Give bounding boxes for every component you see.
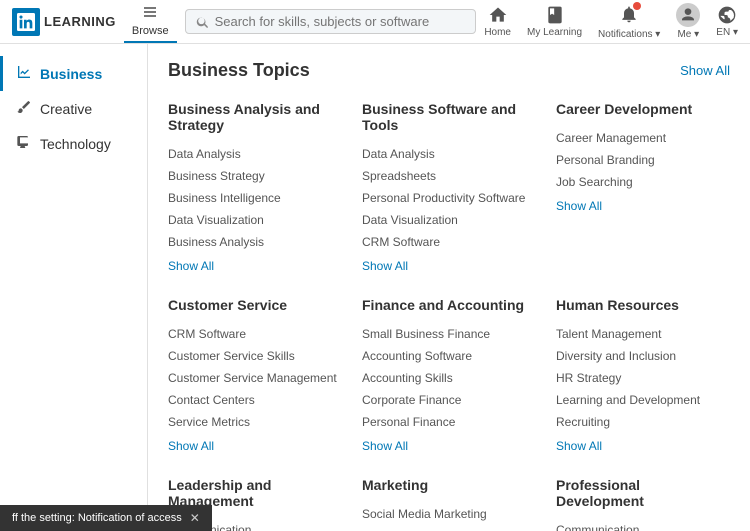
- topic-item-1-0[interactable]: Data Analysis: [362, 143, 536, 165]
- sidebar-technology-label: Technology: [40, 136, 111, 152]
- topic-section-2: Career Development Career ManagementPerso…: [556, 101, 730, 273]
- topic-show-all-4[interactable]: Show All: [362, 439, 536, 453]
- notification-badge: [633, 2, 641, 10]
- topic-title-3: Customer Service: [168, 297, 342, 313]
- me-label: Me ▾: [677, 29, 699, 40]
- page-title: Business Topics: [168, 60, 310, 81]
- topic-item-5-1[interactable]: Diversity and Inclusion: [556, 345, 730, 367]
- home-nav[interactable]: Home: [484, 5, 511, 38]
- nav-icons: Home My Learning Notifications ▾ Me ▾ EN…: [484, 3, 738, 40]
- topic-title-8: Professional Development: [556, 477, 730, 509]
- content-area: Business Topics Show All Business Analys…: [148, 44, 750, 531]
- logo-area: LEARNING: [12, 8, 116, 36]
- topic-item-2-0[interactable]: Career Management: [556, 127, 730, 149]
- browse-button[interactable]: Browse: [124, 0, 177, 43]
- search-icon: [196, 15, 209, 29]
- topic-item-2-1[interactable]: Personal Branding: [556, 149, 730, 171]
- monitor-icon: [16, 134, 32, 153]
- sidebar: Business Creative Technology: [0, 44, 148, 531]
- chart-icon: [16, 64, 32, 83]
- language-label: EN ▾: [716, 27, 738, 38]
- show-all-top-link[interactable]: Show All: [680, 63, 730, 78]
- brush-icon: [16, 99, 32, 118]
- topic-item-3-4[interactable]: Service Metrics: [168, 411, 342, 433]
- sidebar-item-creative[interactable]: Creative: [0, 91, 147, 126]
- sidebar-creative-label: Creative: [40, 101, 92, 117]
- topic-item-3-0[interactable]: CRM Software: [168, 323, 342, 345]
- toast-close-button[interactable]: ✕: [190, 511, 200, 525]
- book-icon: [545, 5, 565, 25]
- topic-section-5: Human Resources Talent ManagementDiversit…: [556, 297, 730, 453]
- my-learning-nav[interactable]: My Learning: [527, 5, 582, 38]
- topic-item-4-2[interactable]: Accounting Skills: [362, 367, 536, 389]
- toast-text: ff the setting: Notification of access: [12, 512, 182, 524]
- topic-show-all-5[interactable]: Show All: [556, 439, 730, 453]
- topic-item-5-2[interactable]: HR Strategy: [556, 367, 730, 389]
- search-bar[interactable]: [185, 9, 477, 34]
- topic-section-7: Marketing Social Media MarketingSmall Bus…: [362, 477, 536, 531]
- topic-item-1-2[interactable]: Personal Productivity Software: [362, 187, 536, 209]
- topic-title-2: Career Development: [556, 101, 730, 117]
- topic-item-8-0[interactable]: Communication: [556, 519, 730, 531]
- language-nav[interactable]: EN ▾: [716, 5, 738, 38]
- topic-item-1-4[interactable]: CRM Software: [362, 231, 536, 253]
- topic-item-1-1[interactable]: Spreadsheets: [362, 165, 536, 187]
- sidebar-item-technology[interactable]: Technology: [0, 126, 147, 161]
- topic-show-all-0[interactable]: Show All: [168, 259, 342, 273]
- topic-section-4: Finance and Accounting Small Business Fin…: [362, 297, 536, 453]
- topic-title-5: Human Resources: [556, 297, 730, 313]
- topic-title-4: Finance and Accounting: [362, 297, 536, 313]
- topic-show-all-1[interactable]: Show All: [362, 259, 536, 273]
- topic-item-3-1[interactable]: Customer Service Skills: [168, 345, 342, 367]
- my-learning-label: My Learning: [527, 27, 582, 38]
- sidebar-item-business[interactable]: Business: [0, 56, 147, 91]
- topic-show-all-3[interactable]: Show All: [168, 439, 342, 453]
- topic-item-0-0[interactable]: Data Analysis: [168, 143, 342, 165]
- topic-item-0-4[interactable]: Business Analysis: [168, 231, 342, 253]
- topic-item-7-1[interactable]: Small Business Marketing: [362, 525, 536, 531]
- topics-grid: Business Analysis and Strategy Data Analy…: [168, 101, 730, 531]
- topic-item-7-0[interactable]: Social Media Marketing: [362, 503, 536, 525]
- linkedin-logo[interactable]: [12, 8, 40, 36]
- topic-title-0: Business Analysis and Strategy: [168, 101, 342, 133]
- topic-section-8: Professional DevelopmentCommunicationPer…: [556, 477, 730, 531]
- notifications-nav[interactable]: Notifications ▾: [598, 4, 660, 40]
- header: LEARNING Browse Home My Learning Notific…: [0, 0, 750, 44]
- topic-title-1: Business Software and Tools: [362, 101, 536, 133]
- topic-section-1: Business Software and Tools Data Analysis…: [362, 101, 536, 273]
- globe-icon: [717, 5, 737, 25]
- topic-item-5-0[interactable]: Talent Management: [556, 323, 730, 345]
- topic-item-5-4[interactable]: Recruiting: [556, 411, 730, 433]
- content-header: Business Topics Show All: [168, 60, 730, 81]
- topic-item-3-3[interactable]: Contact Centers: [168, 389, 342, 411]
- topic-item-0-2[interactable]: Business Intelligence: [168, 187, 342, 209]
- topic-item-4-4[interactable]: Personal Finance: [362, 411, 536, 433]
- browse-label: Browse: [132, 25, 169, 37]
- browse-icon: [142, 4, 158, 23]
- topic-item-0-3[interactable]: Data Visualization: [168, 209, 342, 231]
- avatar: [676, 3, 700, 27]
- learning-label: LEARNING: [44, 14, 116, 29]
- me-nav[interactable]: Me ▾: [676, 3, 700, 40]
- topic-item-4-1[interactable]: Accounting Software: [362, 345, 536, 367]
- topic-section-0: Business Analysis and Strategy Data Analy…: [168, 101, 342, 273]
- home-icon: [488, 5, 508, 25]
- topic-section-3: Customer ServiceCRM SoftwareCustomer Ser…: [168, 297, 342, 453]
- topic-item-4-3[interactable]: Corporate Finance: [362, 389, 536, 411]
- topic-show-all-2[interactable]: Show All: [556, 199, 730, 213]
- topic-item-0-1[interactable]: Business Strategy: [168, 165, 342, 187]
- topic-item-2-2[interactable]: Job Searching: [556, 171, 730, 193]
- sidebar-business-label: Business: [40, 66, 102, 82]
- topic-title-7: Marketing: [362, 477, 536, 493]
- topic-item-1-3[interactable]: Data Visualization: [362, 209, 536, 231]
- toast-notification: ff the setting: Notification of access ✕: [0, 505, 212, 531]
- search-input[interactable]: [215, 14, 466, 29]
- topic-item-5-3[interactable]: Learning and Development: [556, 389, 730, 411]
- notifications-label: Notifications ▾: [598, 29, 660, 40]
- main-layout: Business Creative Technology Business To…: [0, 44, 750, 531]
- home-label: Home: [484, 27, 511, 38]
- topic-item-3-2[interactable]: Customer Service Management: [168, 367, 342, 389]
- topic-item-4-0[interactable]: Small Business Finance: [362, 323, 536, 345]
